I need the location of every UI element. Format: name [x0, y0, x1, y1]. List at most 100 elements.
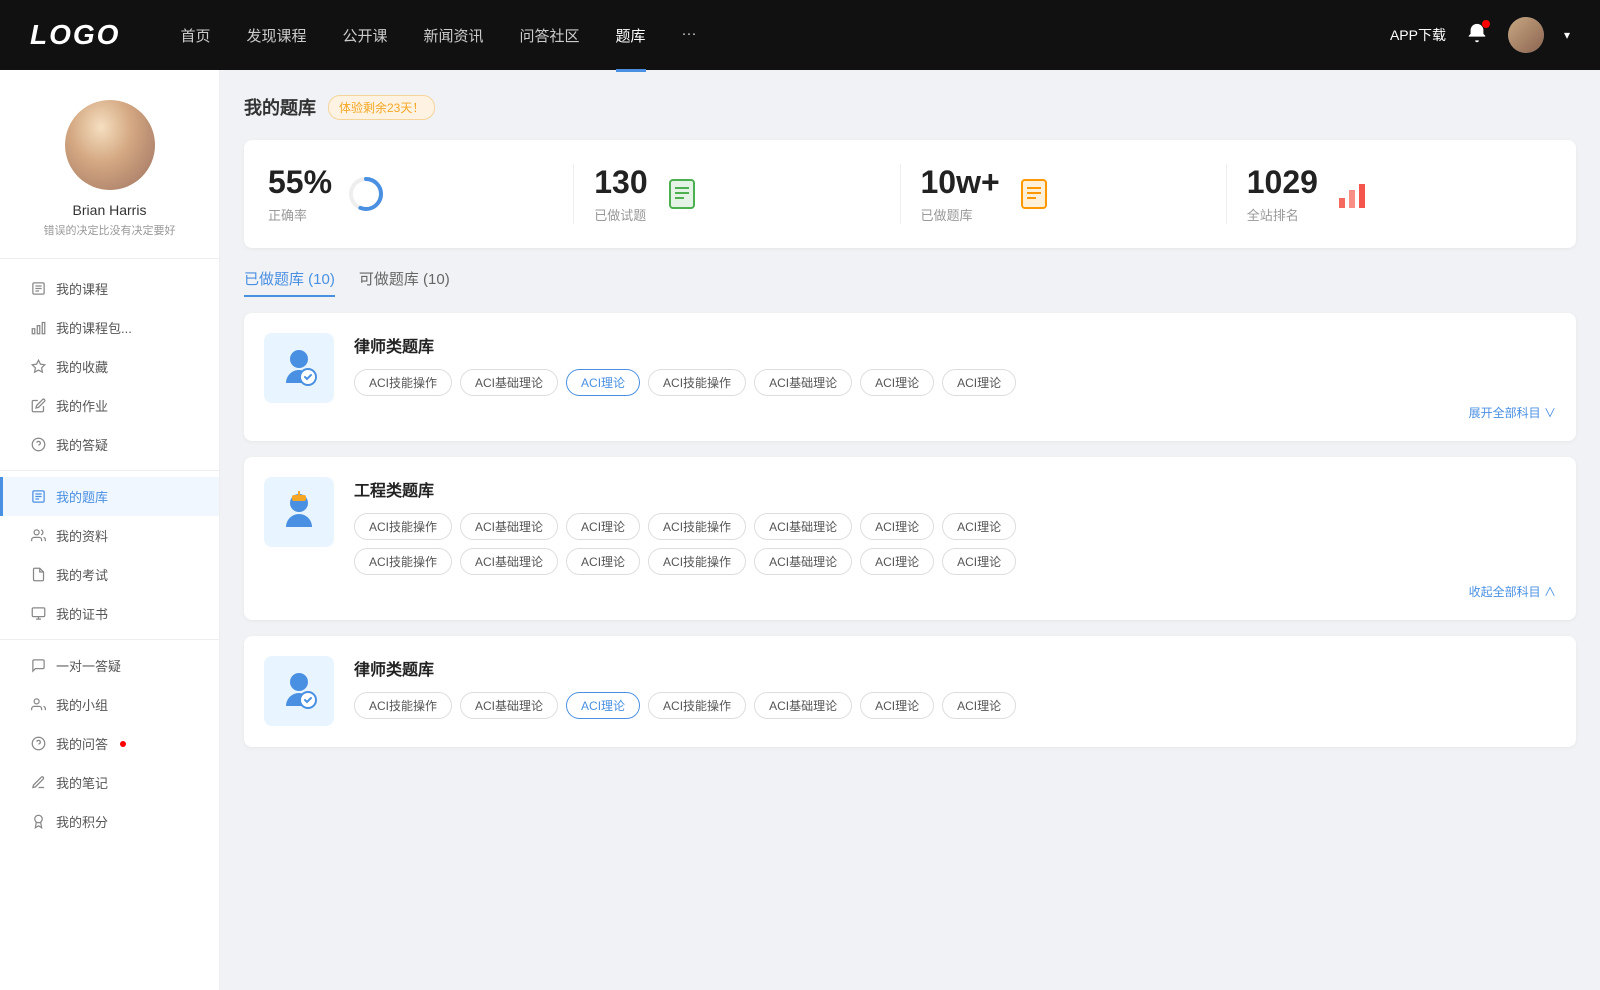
nav-qa[interactable]: 问答社区 — [520, 21, 580, 50]
expand-engineer[interactable]: 收起全部科目 ∧ — [354, 583, 1556, 600]
sidebar-item-mycourse[interactable]: 我的课程 — [0, 269, 219, 308]
tags-row-engineer2: ACI技能操作 ACI基础理论 ACI理论 ACI技能操作 ACI基础理论 AC… — [354, 548, 1556, 575]
tag-lawyer2-3[interactable]: ACI技能操作 — [648, 692, 746, 719]
nav-opencourse[interactable]: 公开课 — [342, 21, 387, 50]
tag-eng2-2[interactable]: ACI理论 — [566, 548, 640, 575]
sidebar-item-exam[interactable]: 我的考试 — [0, 555, 219, 594]
sidebar-item-1on1[interactable]: 一对一答疑 — [0, 646, 219, 685]
tag-eng-2[interactable]: ACI理论 — [566, 513, 640, 540]
tag-lawyer1-1[interactable]: ACI基础理论 — [460, 369, 558, 396]
myqa-icon — [30, 736, 46, 752]
tag-eng-4[interactable]: ACI基础理论 — [754, 513, 852, 540]
group-icon — [30, 697, 46, 713]
tab-done-banks[interactable]: 已做题库 (10) — [244, 268, 335, 297]
sidebar-item-label: 我的收藏 — [56, 357, 108, 376]
course-icon — [30, 281, 46, 297]
sidebar-item-profile[interactable]: 我的资料 — [0, 516, 219, 555]
tag-eng-6[interactable]: ACI理论 — [942, 513, 1016, 540]
star-icon — [30, 359, 46, 375]
expand-lawyer1[interactable]: 展开全部科目 ∨ — [354, 404, 1556, 421]
sidebar-item-homework[interactable]: 我的作业 — [0, 386, 219, 425]
nav-news[interactable]: 新闻资讯 — [424, 21, 484, 50]
tabs-row: 已做题库 (10) 可做题库 (10) — [244, 268, 1576, 297]
nav-right: APP下载 ▾ — [1390, 17, 1570, 53]
tab-available-banks[interactable]: 可做题库 (10) — [359, 268, 450, 297]
user-dropdown-arrow[interactable]: ▾ — [1564, 28, 1570, 42]
sidebar-item-label: 我的考试 — [56, 565, 108, 584]
profile-avatar — [65, 100, 155, 190]
sidebar-item-points[interactable]: 我的积分 — [0, 802, 219, 841]
subject-body-lawyer2: 律师类题库 ACI技能操作 ACI基础理论 ACI理论 ACI技能操作 ACI基… — [354, 656, 1556, 727]
tag-lawyer2-6[interactable]: ACI理论 — [942, 692, 1016, 719]
sidebar-item-label: 我的证书 — [56, 604, 108, 623]
lawyer2-svg-icon — [276, 668, 322, 714]
tag-lawyer1-5[interactable]: ACI理论 — [860, 369, 934, 396]
tag-eng2-3[interactable]: ACI技能操作 — [648, 548, 746, 575]
tag-lawyer1-0[interactable]: ACI技能操作 — [354, 369, 452, 396]
lawyer-svg-icon — [276, 345, 322, 391]
tag-lawyer1-2[interactable]: ACI理论 — [566, 369, 640, 396]
tag-eng-5[interactable]: ACI理论 — [860, 513, 934, 540]
tags-row-engineer1: ACI技能操作 ACI基础理论 ACI理论 ACI技能操作 ACI基础理论 AC… — [354, 513, 1556, 540]
nav-more[interactable]: ··· — [682, 21, 697, 50]
sidebar-item-label: 我的作业 — [56, 396, 108, 415]
nav-discover[interactable]: 发现课程 — [246, 21, 306, 50]
nav-links: 首页 发现课程 公开课 新闻资讯 问答社区 题库 ··· — [180, 21, 1390, 50]
page-title: 我的题库 — [244, 94, 316, 120]
profile-avatar-image — [65, 100, 155, 190]
certificate-icon — [30, 606, 46, 622]
tag-eng2-1[interactable]: ACI基础理论 — [460, 548, 558, 575]
sidebar-item-label: 我的积分 — [56, 812, 108, 831]
sidebar-menu: 我的课程 我的课程包... 我的收藏 我的作业 — [0, 269, 219, 841]
sidebar-item-label: 我的题库 — [56, 487, 108, 506]
sidebar-item-questionbank[interactable]: 我的题库 — [0, 477, 219, 516]
avatar[interactable] — [1508, 17, 1544, 53]
tag-lawyer1-6[interactable]: ACI理论 — [942, 369, 1016, 396]
navbar: LOGO 首页 发现课程 公开课 新闻资讯 问答社区 题库 ··· APP下载 … — [0, 0, 1600, 70]
subject-card-lawyer2: 律师类题库 ACI技能操作 ACI基础理论 ACI理论 ACI技能操作 ACI基… — [244, 636, 1576, 747]
main-content: 我的题库 体验剩余23天！ 55% 正确率 130 — [220, 70, 1600, 990]
sidebar-item-favorites[interactable]: 我的收藏 — [0, 347, 219, 386]
list-orange-icon — [1014, 174, 1054, 214]
tag-eng2-4[interactable]: ACI基础理论 — [754, 548, 852, 575]
questionbank-icon — [30, 489, 46, 505]
tag-eng2-0[interactable]: ACI技能操作 — [354, 548, 452, 575]
subject-card-lawyer1: 律师类题库 ACI技能操作 ACI基础理论 ACI理论 ACI技能操作 ACI基… — [244, 313, 1576, 441]
sidebar-item-myqa[interactable]: 我的问答 — [0, 724, 219, 763]
lawyer-icon-wrap — [264, 333, 334, 403]
nav-questionbank[interactable]: 题库 — [616, 21, 646, 50]
nav-home[interactable]: 首页 — [180, 21, 210, 50]
tag-eng2-6[interactable]: ACI理论 — [942, 548, 1016, 575]
sidebar-item-qa[interactable]: 我的答疑 — [0, 425, 219, 464]
notification-bell[interactable] — [1466, 22, 1488, 49]
tag-eng2-5[interactable]: ACI理论 — [860, 548, 934, 575]
exam-icon — [30, 567, 46, 583]
1on1-icon — [30, 658, 46, 674]
sidebar-item-notes[interactable]: 我的笔记 — [0, 763, 219, 802]
stats-row: 55% 正确率 130 已做试题 — [244, 140, 1576, 248]
tag-eng-0[interactable]: ACI技能操作 — [354, 513, 452, 540]
tag-eng-1[interactable]: ACI基础理论 — [460, 513, 558, 540]
tag-eng-3[interactable]: ACI技能操作 — [648, 513, 746, 540]
sidebar-item-group[interactable]: 我的小组 — [0, 685, 219, 724]
sidebar-item-certificate[interactable]: 我的证书 — [0, 594, 219, 633]
profile-name: Brian Harris — [73, 202, 147, 218]
stat-site-rank: 1029 全站排名 — [1227, 164, 1552, 224]
tag-lawyer1-4[interactable]: ACI基础理论 — [754, 369, 852, 396]
tag-lawyer1-3[interactable]: ACI技能操作 — [648, 369, 746, 396]
tag-lawyer2-4[interactable]: ACI基础理论 — [754, 692, 852, 719]
app-download-btn[interactable]: APP下载 — [1390, 25, 1446, 45]
sidebar-item-coursepack[interactable]: 我的课程包... — [0, 308, 219, 347]
notes-green-icon — [662, 174, 702, 214]
sidebar: Brian Harris 错误的决定比没有决定要好 我的课程 我的课程包... — [0, 70, 220, 990]
bar-chart-red-icon — [1332, 174, 1372, 214]
subject-title-lawyer2: 律师类题库 — [354, 656, 1556, 680]
tag-lawyer2-2[interactable]: ACI理论 — [566, 692, 640, 719]
sidebar-item-label: 我的课程包... — [56, 318, 132, 337]
tag-lawyer2-0[interactable]: ACI技能操作 — [354, 692, 452, 719]
done-banks-value: 10w+ — [921, 164, 1000, 201]
subject-card-engineer: 工程类题库 ACI技能操作 ACI基础理论 ACI理论 ACI技能操作 ACI基… — [244, 457, 1576, 620]
site-rank-value: 1029 — [1247, 164, 1318, 201]
tag-lawyer2-5[interactable]: ACI理论 — [860, 692, 934, 719]
tag-lawyer2-1[interactable]: ACI基础理论 — [460, 692, 558, 719]
